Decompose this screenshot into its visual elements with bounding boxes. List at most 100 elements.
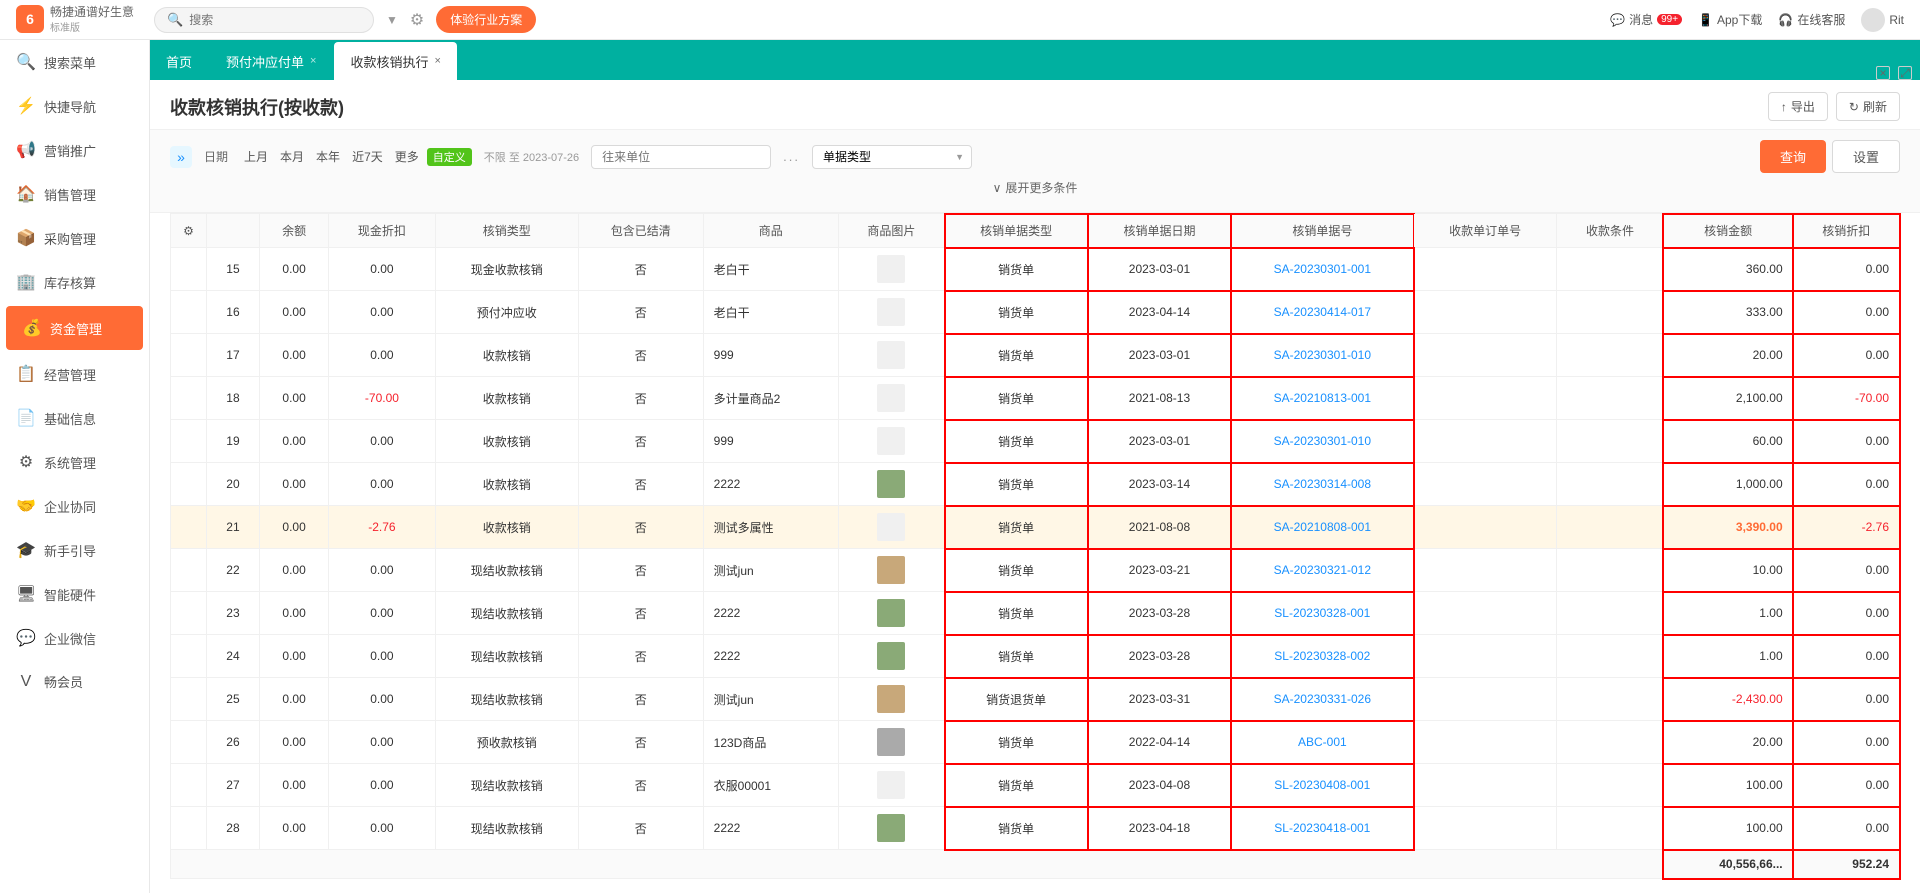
table-row[interactable]: 25 0.00 0.00 现结收款核销 否 测试jun 销货退货单 2023-0…	[171, 678, 1900, 721]
sidebar-item-search[interactable]: 🔍 搜索菜单	[0, 40, 149, 84]
sidebar-item-member[interactable]: V 畅会员	[0, 660, 149, 703]
td-goods: 123D商品	[703, 721, 838, 764]
td-gear	[171, 506, 207, 549]
td-verify-doc-date: 2023-03-31	[1088, 678, 1231, 721]
td-verify-doc-no[interactable]: SA-20230321-012	[1231, 549, 1413, 592]
online-service-btn[interactable]: 🎧 在线客服	[1778, 11, 1845, 28]
td-verify-discount: -2.76	[1793, 506, 1899, 549]
td-verify-doc-no[interactable]: SL-20230328-002	[1231, 635, 1413, 678]
clipboard-icon: 📋	[16, 364, 36, 384]
td-verify-doc-no[interactable]: SA-20230301-010	[1231, 334, 1413, 377]
refresh-btn[interactable]: ↻ 刷新	[1836, 92, 1900, 121]
receipt-type-select[interactable]: 单据类型	[812, 145, 972, 169]
td-verify-doc-no[interactable]: SL-20230328-001	[1231, 592, 1413, 635]
td-goods-img	[838, 506, 944, 549]
messages-btn[interactable]: 💬 消息 99+	[1610, 11, 1682, 28]
table-row[interactable]: 23 0.00 0.00 现结收款核销 否 2222 销货单 2023-03-2…	[171, 592, 1900, 635]
trial-btn[interactable]: 体验行业方案	[436, 6, 536, 33]
sidebar-item-system[interactable]: ⚙ 系统管理	[0, 440, 149, 484]
sidebar-item-inventory[interactable]: 🏢 库存核算	[0, 260, 149, 304]
table-row[interactable]: 15 0.00 0.00 现金收款核销 否 老白干 销货单 2023-03-01…	[171, 248, 1900, 291]
date-btn-this-month[interactable]: 本月	[276, 146, 308, 167]
td-verify-doc-no[interactable]: SA-20230301-001	[1231, 248, 1413, 291]
date-btn-7days[interactable]: 近7天	[348, 146, 387, 167]
table-row[interactable]: 21 0.00 -2.76 收款核销 否 测试多属性 销货单 2021-08-0…	[171, 506, 1900, 549]
sidebar-item-basic[interactable]: 📄 基础信息	[0, 396, 149, 440]
date-range-text: 不限 至 2023-07-26	[484, 149, 579, 165]
sidebar-item-quicknav[interactable]: ⚡ 快捷导航	[0, 84, 149, 128]
gear-icon: ⚙	[16, 452, 36, 472]
search-bar[interactable]: 🔍	[154, 7, 374, 33]
table-row[interactable]: 26 0.00 0.00 预收款核销 否 123D商品 销货单 2022-04-…	[171, 721, 1900, 764]
table-row[interactable]: 20 0.00 0.00 收款核销 否 2222 销货单 2023-03-14 …	[171, 463, 1900, 506]
sidebar-item-finance[interactable]: 💰 资金管理	[6, 306, 143, 350]
date-btn-this-year[interactable]: 本年	[312, 146, 344, 167]
sidebar-item-hardware[interactable]: 🖥 智能硬件	[0, 572, 149, 616]
table-row[interactable]: 16 0.00 0.00 预付冲应收 否 老白干 销货单 2023-04-14 …	[171, 291, 1900, 334]
td-goods-img	[838, 377, 944, 420]
td-verify-type: 现结收款核销	[435, 807, 578, 850]
settings-btn[interactable]: 设置	[1832, 140, 1900, 173]
td-verify-doc-no[interactable]: SA-20230301-010	[1231, 420, 1413, 463]
table-row[interactable]: 28 0.00 0.00 现结收款核销 否 2222 销货单 2023-04-1…	[171, 807, 1900, 850]
app-download-btn[interactable]: 📱 App下载	[1698, 11, 1762, 28]
dropdown-arrow[interactable]: ▼	[386, 13, 398, 27]
sidebar-item-collab[interactable]: 🤝 企业协同	[0, 484, 149, 528]
col-gear[interactable]: ⚙	[171, 214, 207, 248]
table-row[interactable]: 24 0.00 0.00 现结收款核销 否 2222 销货单 2023-03-2…	[171, 635, 1900, 678]
table-row[interactable]: 17 0.00 0.00 收款核销 否 999 销货单 2023-03-01 S…	[171, 334, 1900, 377]
sidebar-item-operations[interactable]: 📋 经营管理	[0, 352, 149, 396]
search-input[interactable]	[189, 13, 339, 27]
export-btn[interactable]: ↑ 导出	[1768, 92, 1828, 121]
td-receipt-condition	[1557, 807, 1663, 850]
sidebar-item-guide[interactable]: 🎓 新手引导	[0, 528, 149, 572]
settings-icon[interactable]: ⚙	[410, 10, 424, 30]
col-verify-discount: 核销折扣	[1793, 214, 1899, 248]
td-verify-doc-no[interactable]: SL-20230418-001	[1231, 807, 1413, 850]
td-verify-discount: 0.00	[1793, 721, 1899, 764]
date-btn-more[interactable]: 更多	[391, 146, 423, 167]
sidebar-item-wechat[interactable]: 💬 企业微信	[0, 616, 149, 660]
table-row[interactable]: 22 0.00 0.00 现结收款核销 否 测试jun 销货单 2023-03-…	[171, 549, 1900, 592]
tab-receipt-verify[interactable]: 收款核销执行 ×	[334, 42, 456, 80]
sidebar-item-sales[interactable]: 🏠 销售管理	[0, 172, 149, 216]
td-verify-doc-no[interactable]: SA-20210813-001	[1231, 377, 1413, 420]
table-row[interactable]: 18 0.00 -70.00 收款核销 否 多计量商品2 销货单 2021-08…	[171, 377, 1900, 420]
search-btn[interactable]: 查询	[1760, 140, 1826, 173]
tab-receipt-verify-close[interactable]: ×	[434, 55, 440, 67]
user-menu[interactable]: Rit	[1861, 8, 1904, 32]
td-verify-doc-no[interactable]: ABC-001	[1231, 721, 1413, 764]
date-btn-last-month[interactable]: 上月	[240, 146, 272, 167]
td-verify-doc-no[interactable]: SL-20230408-001	[1231, 764, 1413, 807]
expand-more-btn[interactable]: ∨ 展开更多条件	[170, 173, 1900, 202]
td-included-settled: 否	[578, 678, 703, 721]
table-row[interactable]: 19 0.00 0.00 收款核销 否 999 销货单 2023-03-01 S…	[171, 420, 1900, 463]
sidebar-item-marketing[interactable]: 📢 营销推广	[0, 128, 149, 172]
date-custom-badge[interactable]: 自定义	[427, 148, 472, 166]
td-verify-discount: 0.00	[1793, 549, 1899, 592]
td-verify-doc-no[interactable]: SA-20230331-026	[1231, 678, 1413, 721]
td-receipt-condition	[1557, 592, 1663, 635]
td-verify-doc-no[interactable]: SA-20210808-001	[1231, 506, 1413, 549]
col-receipt-order-no: 收款单订单号	[1414, 214, 1557, 248]
maximize-btn[interactable]: ⤢	[1898, 66, 1912, 80]
tab-prepay[interactable]: 预付冲应付单 ×	[210, 42, 332, 80]
table-container[interactable]: ⚙ 余额 现金折扣 核销类型 包含已结清 商品 商品图片 核销单据类型 核销单据…	[150, 213, 1920, 893]
td-goods-img	[838, 678, 944, 721]
filter-expand-btn[interactable]: »	[170, 146, 192, 168]
guide-icon: 🎓	[16, 540, 36, 560]
tab-prepay-close[interactable]: ×	[310, 55, 316, 67]
td-verify-doc-no[interactable]: SA-20230414-017	[1231, 291, 1413, 334]
close-btn[interactable]: ×	[1876, 66, 1890, 80]
tab-home[interactable]: 首页	[150, 42, 208, 80]
page-content: 收款核销执行(按收款) ↑ 导出 ↻ 刷新 » 日期	[150, 80, 1920, 893]
table-row[interactable]: 27 0.00 0.00 现结收款核销 否 衣服00001 销货单 2023-0…	[171, 764, 1900, 807]
search-icon: 🔍	[16, 52, 36, 72]
td-receipt-condition	[1557, 248, 1663, 291]
td-verify-doc-no[interactable]: SA-20230314-008	[1231, 463, 1413, 506]
td-verify-type: 现金收款核销	[435, 248, 578, 291]
td-seq: 23	[207, 592, 260, 635]
page-actions: ↑ 导出 ↻ 刷新	[1768, 92, 1900, 121]
from-unit-input[interactable]	[591, 145, 771, 169]
sidebar-item-purchase[interactable]: 📦 采购管理	[0, 216, 149, 260]
